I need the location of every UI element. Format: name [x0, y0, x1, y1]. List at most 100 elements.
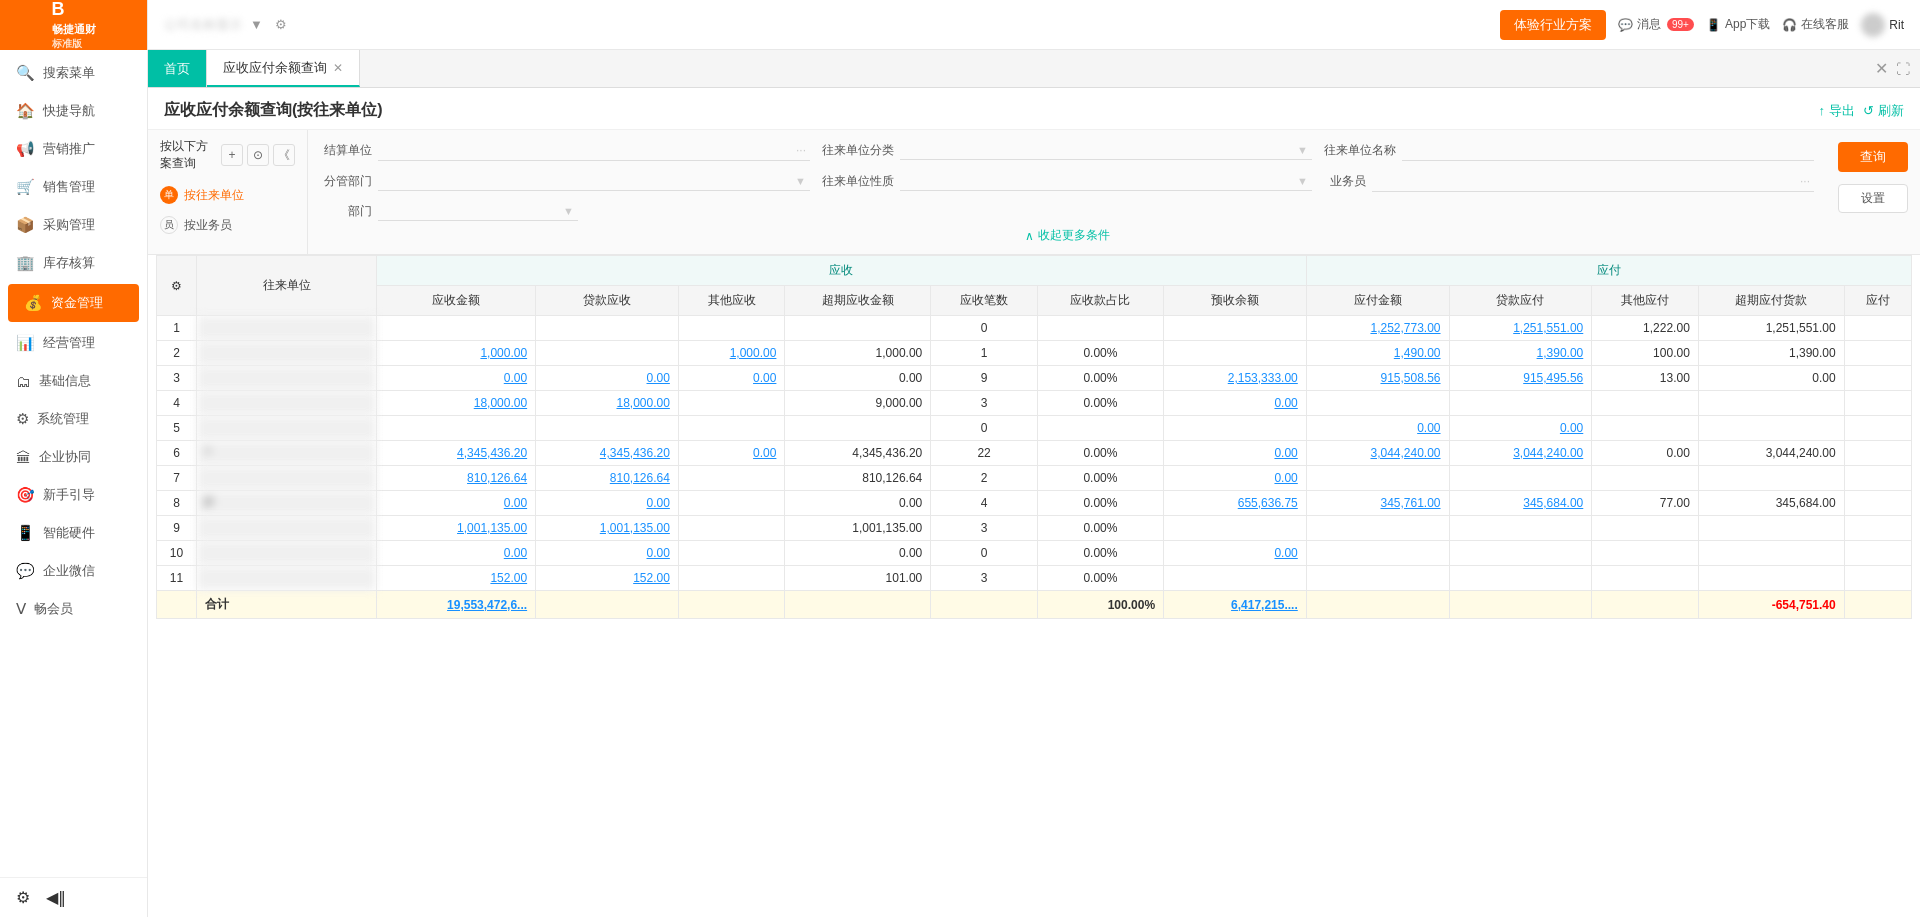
collapse-sidebar-icon[interactable]: ◀‖	[46, 888, 66, 907]
search-icon: 🔍	[16, 64, 35, 82]
sidebar-item-system[interactable]: ⚙ 系统管理	[0, 400, 147, 438]
table-cell[interactable]: 810,126.64	[377, 466, 536, 491]
table-cell[interactable]: 1,000.00	[377, 341, 536, 366]
export-btn[interactable]: ↑ 导出	[1819, 102, 1856, 120]
notification-btn[interactable]: 💬 消息 99+	[1618, 16, 1694, 33]
purchase-icon: 📦	[16, 216, 35, 234]
table-cell[interactable]: 345,684.00	[1449, 491, 1592, 516]
tab-home-label: 首页	[164, 60, 190, 78]
department-select[interactable]: ▼	[378, 202, 578, 221]
sidebar-item-enterprise[interactable]: 🏛 企业协同	[0, 438, 147, 476]
scheme-by-unit[interactable]: 单 按往来单位	[148, 180, 307, 210]
table-cell[interactable]: 0.00	[1164, 466, 1307, 491]
close-window-icon[interactable]: ✕	[1875, 59, 1888, 78]
footer-ar-amount[interactable]: 19,553,472,6...	[377, 591, 536, 619]
sidebar-item-finance[interactable]: 💰 资金管理	[8, 284, 139, 322]
sidebar-item-operations[interactable]: 📊 经营管理	[0, 324, 147, 362]
table-cell-unit	[197, 566, 377, 591]
sidebar-item-guide[interactable]: 🎯 新手引导	[0, 476, 147, 514]
table-cell[interactable]: 0.00	[536, 541, 679, 566]
maximize-icon[interactable]: ⛶	[1896, 61, 1910, 77]
add-scheme-btn[interactable]: +	[221, 144, 243, 166]
salesperson-input[interactable]: ···	[1372, 171, 1814, 192]
table-cell[interactable]: 152.00	[536, 566, 679, 591]
table-cell[interactable]: 0.00	[1164, 441, 1307, 466]
table-cell[interactable]: 1,251,551.00	[1449, 316, 1592, 341]
solution-btn[interactable]: 体验行业方案	[1500, 10, 1606, 40]
table-cell[interactable]: 0.00	[377, 491, 536, 516]
sidebar-item-inventory[interactable]: 🏢 库存核算	[0, 244, 147, 282]
table-cell[interactable]: 4,345,436.20	[536, 441, 679, 466]
table-cell[interactable]: 345,761.00	[1306, 491, 1449, 516]
table-cell[interactable]: 0.00	[377, 366, 536, 391]
sidebar-item-hardware[interactable]: 📱 智能硬件	[0, 514, 147, 552]
tab-close-icon[interactable]: ✕	[333, 61, 343, 75]
table-cell[interactable]: 915,508.56	[1306, 366, 1449, 391]
th-settings[interactable]: ⚙	[157, 256, 197, 316]
table-cell[interactable]: 0.00	[1306, 416, 1449, 441]
sidebar-item-member[interactable]: Ⅴ 畅会员	[0, 590, 147, 628]
table-cell[interactable]: 152.00	[377, 566, 536, 591]
table-cell[interactable]: 655,636.75	[1164, 491, 1307, 516]
filter-settings-btn[interactable]: 设置	[1838, 184, 1908, 213]
query-btn[interactable]: 查询	[1838, 142, 1908, 172]
table-cell[interactable]: 1,252,773.00	[1306, 316, 1449, 341]
table-cell[interactable]: 18,000.00	[536, 391, 679, 416]
table-wrapper[interactable]: ⚙ 往来单位 应收 应付 应收金额 贷款应收 其他应收 超期应收金额 应收笔数 …	[156, 255, 1912, 619]
table-cell: 0	[931, 416, 1038, 441]
table-cell[interactable]: 915,495.56	[1449, 366, 1592, 391]
app-download-btn[interactable]: 📱 App下载	[1706, 16, 1770, 33]
unit-category-select[interactable]: ▼	[900, 141, 1312, 160]
tab-query[interactable]: 应收应付余额查询 ✕	[207, 50, 360, 87]
settlement-input[interactable]: ···	[378, 140, 810, 161]
table-cell: 7	[157, 466, 197, 491]
sidebar-item-purchase[interactable]: 📦 采购管理	[0, 206, 147, 244]
table-cell: 0.00	[1698, 366, 1844, 391]
table-cell[interactable]: 0.00	[1164, 541, 1307, 566]
scheme-by-staff[interactable]: 员 按业务员	[148, 210, 307, 240]
table-cell[interactable]: 3,044,240.00	[1306, 441, 1449, 466]
unit-nature-select[interactable]: ▼	[900, 172, 1312, 191]
table-cell[interactable]: 1,001,135.00	[377, 516, 536, 541]
sidebar-item-base[interactable]: 🗂 基础信息	[0, 362, 147, 400]
sidebar-footer: ⚙ ◀‖	[0, 877, 147, 917]
user-profile[interactable]: Rit	[1861, 13, 1904, 37]
refresh-btn[interactable]: ↺ 刷新	[1863, 102, 1904, 120]
sidebar-item-marketing[interactable]: 📢 营销推广	[0, 130, 147, 168]
online-service-btn[interactable]: 🎧 在线客服	[1782, 16, 1849, 33]
table-cell[interactable]: 4,345,436.20	[377, 441, 536, 466]
dropdown-arrow[interactable]: ▼	[250, 17, 263, 32]
table-cell[interactable]: 2,153,333.00	[1164, 366, 1307, 391]
table-cell[interactable]: 3,044,240.00	[1449, 441, 1592, 466]
settings-footer-icon[interactable]: ⚙	[16, 888, 30, 907]
sidebar-item-sales[interactable]: 🛒 销售管理	[0, 168, 147, 206]
table-cell[interactable]: 1,001,135.00	[536, 516, 679, 541]
table-cell[interactable]: 0.00	[1449, 416, 1592, 441]
table-cell: 1,251,551.00	[1698, 316, 1844, 341]
sidebar-item-search[interactable]: 🔍 搜索菜单	[0, 54, 147, 92]
table-row: 7810,126.64810,126.64810,126.6420.00%0.0…	[157, 466, 1912, 491]
scheme-settings-btn[interactable]: ⊙	[247, 144, 269, 166]
table-cell	[678, 466, 785, 491]
table-cell[interactable]: 0.00	[678, 366, 785, 391]
table-cell[interactable]: 0.00	[1164, 391, 1307, 416]
table-cell[interactable]: 0.00	[536, 366, 679, 391]
collapse-btn[interactable]: ∧ 收起更多条件	[320, 227, 1814, 244]
table-cell[interactable]: 18,000.00	[377, 391, 536, 416]
footer-ar-prepay[interactable]: 6,417,215....	[1164, 591, 1307, 619]
sales-icon: 🛒	[16, 178, 35, 196]
tab-home[interactable]: 首页	[148, 50, 207, 87]
division-select[interactable]: ▼	[378, 172, 810, 191]
table-cell[interactable]: 810,126.64	[536, 466, 679, 491]
sidebar-item-quick[interactable]: 🏠 快捷导航	[0, 92, 147, 130]
table-cell[interactable]: 1,000.00	[678, 341, 785, 366]
table-cell[interactable]: 0.00	[678, 441, 785, 466]
table-cell[interactable]: 0.00	[536, 491, 679, 516]
table-cell[interactable]: 1,390.00	[1449, 341, 1592, 366]
settings-gear-icon[interactable]: ⚙	[275, 17, 287, 32]
table-cell[interactable]: 1,490.00	[1306, 341, 1449, 366]
scheme-collapse-btn[interactable]: 《	[273, 144, 295, 166]
table-cell[interactable]: 0.00	[377, 541, 536, 566]
sidebar-item-wechat[interactable]: 💬 企业微信	[0, 552, 147, 590]
unit-name-input[interactable]	[1402, 140, 1814, 161]
